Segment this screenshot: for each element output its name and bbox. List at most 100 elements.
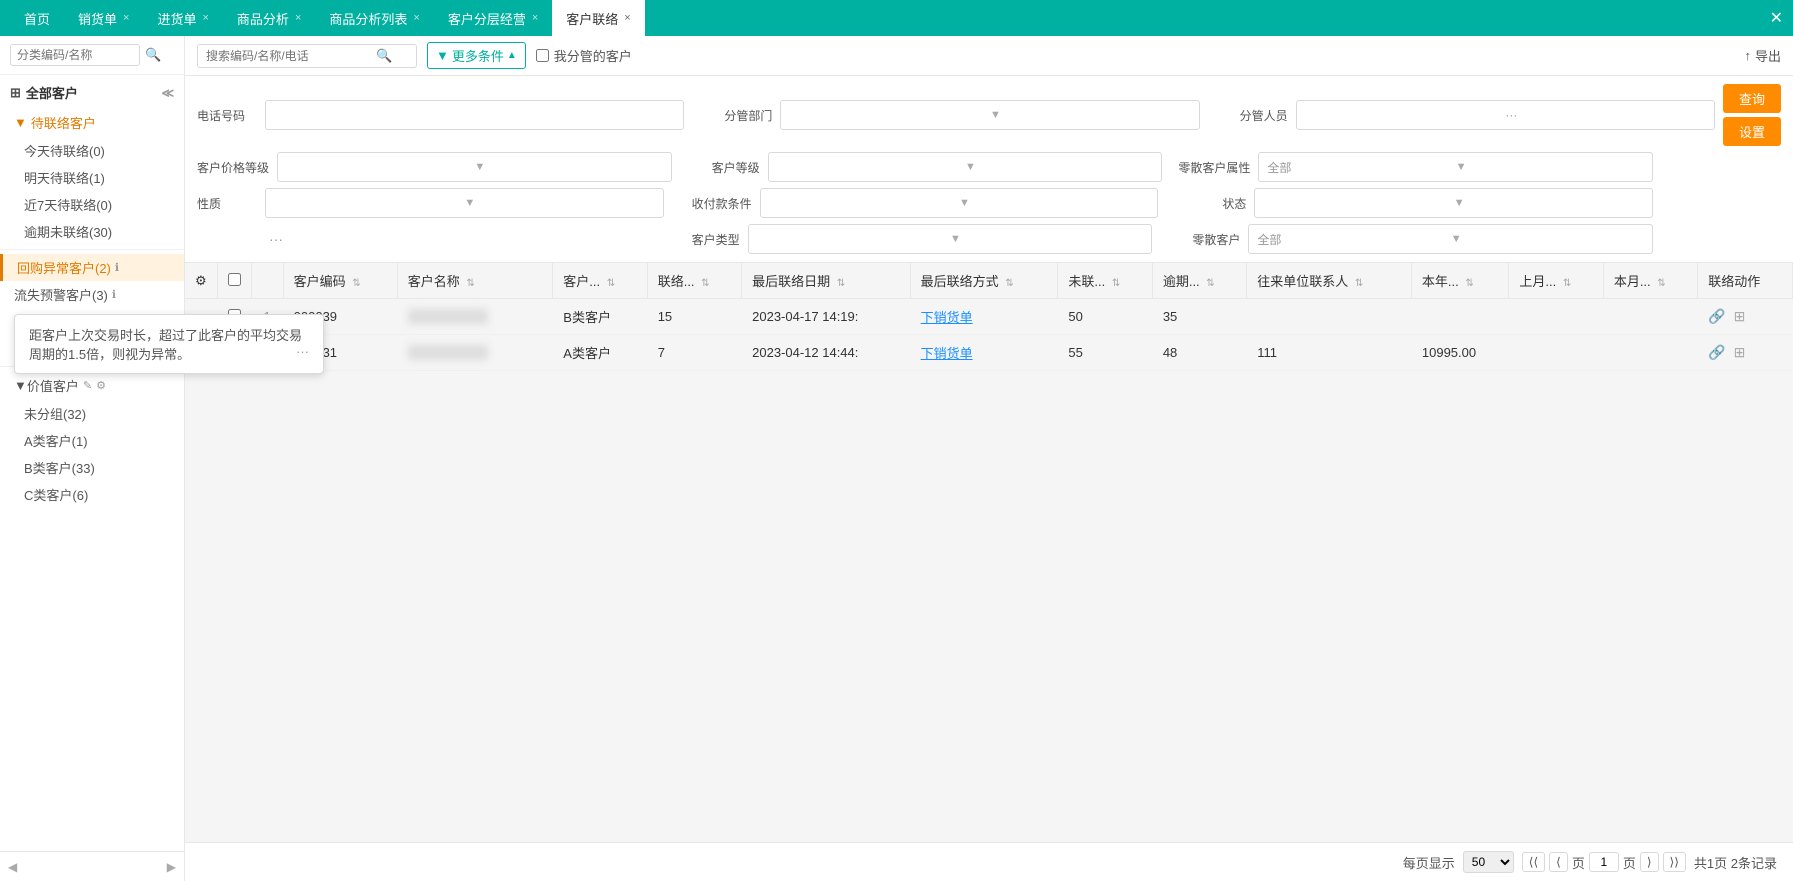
nav-sales[interactable]: 销货单 × — [64, 0, 143, 36]
select-all-checkbox[interactable] — [228, 273, 241, 286]
nav-product-analysis[interactable]: 商品分析 × — [223, 0, 315, 36]
nav-sales-close[interactable]: × — [123, 12, 129, 24]
nav-customer-contact-close[interactable]: × — [624, 12, 630, 24]
window-close-button[interactable]: ✕ — [1770, 8, 1783, 28]
sidebar-prev-arrow[interactable]: ◀ — [8, 860, 17, 874]
col-name[interactable]: 客户名称 ⇅ — [397, 263, 553, 299]
nav-home[interactable]: 首页 — [10, 0, 64, 36]
sidebar-class-b[interactable]: B类客户(33) — [0, 454, 184, 481]
retail-customer-dropdown[interactable]: 全部 ▼ — [1248, 224, 1653, 254]
table-scroll-area[interactable]: ⚙ 客户编码 ⇅ 客户名称 ⇅ — [185, 263, 1793, 842]
last-page-btn[interactable]: ⟩⟩ — [1663, 852, 1686, 872]
sidebar-search-icon[interactable]: 🔍 — [145, 47, 161, 63]
price-chevron-icon: ▼ — [474, 161, 662, 173]
sidebar-7day-pending[interactable]: 近7天待联络(0) — [0, 191, 184, 218]
row1-this-year — [1411, 299, 1509, 335]
sidebar-collapse-btn[interactable]: ≪ — [161, 86, 174, 100]
sidebar-next-arrow[interactable]: ▶ — [167, 860, 176, 874]
page-number-input[interactable] — [1589, 852, 1619, 872]
manager-input[interactable]: ··· — [1296, 100, 1715, 130]
export-icon: ↑ — [1744, 48, 1751, 63]
row2-grid-icon[interactable]: ⊞ — [1734, 344, 1746, 361]
row2-last-method[interactable]: 下销货单 — [910, 335, 1058, 371]
nav-purchase[interactable]: 进货单 × — [143, 0, 222, 36]
col-unit-contact[interactable]: 往来单位联系人 ⇅ — [1247, 263, 1412, 299]
phone-label: 电话号码 — [197, 107, 257, 124]
nav-customer-tier[interactable]: 客户分层经营 × — [434, 0, 552, 36]
col-code[interactable]: 客户编码 ⇅ — [283, 263, 397, 299]
row1-last-method[interactable]: 下销货单 — [910, 299, 1058, 335]
sidebar-repurchase-abnormal[interactable]: 回购异常客户(2) ℹ — [0, 254, 184, 281]
value-group-settings-icon[interactable]: ⚙ — [96, 379, 106, 392]
sidebar-search-area: 🔍 — [0, 36, 184, 75]
customer-type-dropdown[interactable]: ▼ — [748, 224, 1153, 254]
overdue-sort-icon: ⇅ — [1206, 278, 1214, 289]
row1-link-icon[interactable]: 🔗 — [1708, 308, 1725, 325]
nav-product-list-close[interactable]: × — [413, 12, 419, 24]
total-label: 共1页 2条记录 — [1694, 853, 1777, 872]
filter-search-input[interactable] — [206, 49, 376, 63]
sidebar-lost-warning[interactable]: 流失预警客户(3) ℹ — [0, 281, 184, 308]
col-this-year[interactable]: 本年... ⇅ — [1411, 263, 1509, 299]
next-page-btn[interactable]: ⟩ — [1640, 852, 1659, 872]
manager-dots-icon[interactable]: ··· — [1505, 108, 1702, 122]
per-page-select[interactable]: 50 20 100 200 — [1463, 851, 1514, 873]
col-category[interactable]: 客户... ⇅ — [553, 263, 647, 299]
row1-name[interactable] — [397, 299, 553, 335]
dept-dropdown[interactable]: ▼ — [780, 100, 1199, 130]
retail-attr-dropdown[interactable]: 全部 ▼ — [1258, 152, 1653, 182]
col-last-contact-method[interactable]: 最后联络方式 ⇅ — [910, 263, 1058, 299]
value-group-header[interactable]: ▼ 价值客户 ✎ ⚙ — [0, 371, 184, 400]
row2-link-icon[interactable]: 🔗 — [1708, 344, 1725, 361]
settings-button[interactable]: 设置 — [1723, 117, 1781, 146]
price-level-dropdown[interactable]: ▼ — [277, 152, 672, 182]
sidebar-overdue-pending[interactable]: 逾期未联络(30) — [0, 218, 184, 245]
sidebar: 🔍 ⊞ 全部客户 ≪ ▼ 待联络客户 今天待联络(0) 明天待联络(1) 近7天… — [0, 36, 185, 881]
more-conditions-btn[interactable]: ▼ 更多条件 ▲ — [427, 42, 526, 69]
col-last-month[interactable]: 上月... ⇅ — [1509, 263, 1603, 299]
filter-row-4: ··· 客户类型 ▼ 零散客户 全部 ▼ — [197, 224, 1781, 254]
gender-dropdown[interactable]: ▼ — [265, 188, 664, 218]
customer-level-dropdown[interactable]: ▼ — [768, 152, 1163, 182]
col-overdue[interactable]: 逾期... ⇅ — [1152, 263, 1246, 299]
sidebar-unclassified[interactable]: 未分组(32) — [0, 400, 184, 427]
prev-page-btn[interactable]: ⟨ — [1549, 852, 1568, 872]
retail-attr-chevron: ▼ — [1456, 161, 1644, 173]
payment-dropdown[interactable]: ▼ — [760, 188, 1159, 218]
nav-customer-contact[interactable]: 客户联络 × — [552, 0, 644, 36]
tooltip-close-icon[interactable]: ··· — [296, 344, 309, 359]
status-label: 状态 — [1166, 195, 1246, 212]
col-checkbox[interactable] — [217, 263, 251, 299]
col-last-contact-date[interactable]: 最后联络日期 ⇅ — [742, 263, 910, 299]
sidebar-today-pending[interactable]: 今天待联络(0) — [0, 137, 184, 164]
row2-name[interactable] — [397, 335, 553, 371]
filter-search-icon[interactable]: 🔍 — [376, 48, 392, 64]
first-page-btn[interactable]: ⟨⟨ — [1522, 852, 1545, 872]
sidebar-tomorrow-pending[interactable]: 明天待联络(1) — [0, 164, 184, 191]
query-button[interactable]: 查询 — [1723, 84, 1781, 113]
sidebar-class-c[interactable]: C类客户(6) — [0, 481, 184, 508]
phone-input-field[interactable] — [265, 100, 684, 130]
row1-grid-icon[interactable]: ⊞ — [1734, 308, 1746, 325]
nav-purchase-close[interactable]: × — [202, 12, 208, 24]
nav-product-list[interactable]: 商品分析列表 × — [315, 0, 433, 36]
pending-group-header[interactable]: ▼ 待联络客户 — [0, 108, 184, 137]
my-customers-checkbox[interactable] — [536, 49, 549, 62]
nav-customer-tier-close[interactable]: × — [532, 12, 538, 24]
sidebar-class-a[interactable]: A类客户(1) — [0, 427, 184, 454]
nav-product-analysis-close[interactable]: × — [295, 12, 301, 24]
export-button[interactable]: ↑ 导出 — [1744, 46, 1781, 65]
row1-actions: 🔗 ⊞ — [1698, 299, 1793, 335]
status-dropdown[interactable]: ▼ — [1254, 188, 1653, 218]
col-uncontacted[interactable]: 未联... ⇅ — [1058, 263, 1152, 299]
col-contact[interactable]: 联络... ⇅ — [647, 263, 741, 299]
col-this-month[interactable]: 本月... ⇅ — [1603, 263, 1697, 299]
row4-dots[interactable]: ··· — [269, 231, 283, 247]
filter-bar: 🔍 ▼ 更多条件 ▲ 我分管的客户 ↑ 导出 — [185, 36, 1793, 76]
value-group-edit-icon[interactable]: ✎ — [83, 379, 92, 392]
repurchase-info-icon[interactable]: ℹ — [115, 261, 119, 274]
sidebar-search-input[interactable] — [10, 44, 140, 66]
col-settings[interactable]: ⚙ — [185, 263, 217, 299]
lost-warning-info-icon[interactable]: ℹ — [112, 288, 116, 301]
lmonth-sort-icon: ⇅ — [1563, 278, 1571, 289]
